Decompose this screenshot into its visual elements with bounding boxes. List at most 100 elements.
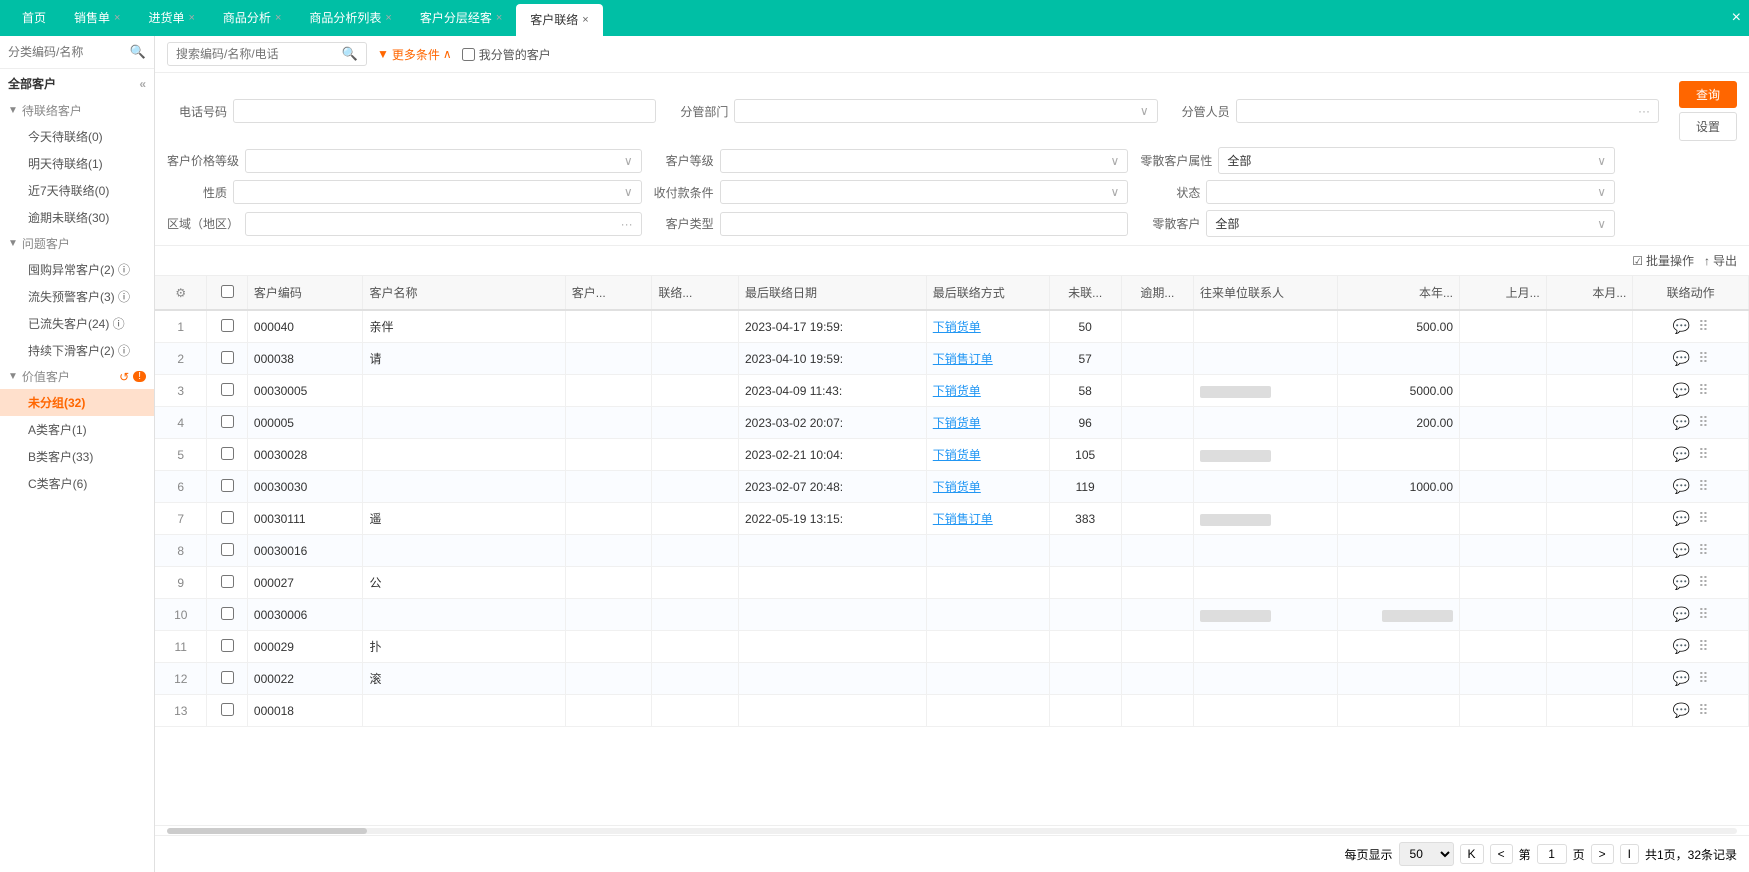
method-link[interactable]: 下销售订单 (933, 352, 993, 366)
sidebar-item-class-a[interactable]: A类客户(1) (0, 416, 154, 443)
payment-select[interactable]: ∨ (720, 180, 1129, 204)
dept-select[interactable]: ∨ (734, 99, 1157, 123)
row-checkbox[interactable] (221, 703, 234, 716)
cell-last-method[interactable]: 下销售订单 (926, 343, 1049, 375)
scatter-select[interactable]: 全部 ∨ (1206, 210, 1615, 237)
sidebar-item-class-b[interactable]: B类客户(33) (0, 443, 154, 470)
more-actions-icon[interactable]: ⠿ (1698, 542, 1708, 559)
status-select[interactable]: ∨ (1206, 180, 1615, 204)
sidebar-item-ungrouped[interactable]: 未分组(32) (0, 389, 154, 416)
chat-icon[interactable]: 💬 (1673, 414, 1690, 431)
chat-icon[interactable]: 💬 (1673, 542, 1690, 559)
chat-icon[interactable]: 💬 (1673, 574, 1690, 591)
person-input[interactable]: ··· (1236, 99, 1659, 123)
more-actions-icon[interactable]: ⠿ (1698, 510, 1708, 527)
method-link[interactable]: 下销货单 (933, 448, 981, 462)
cell-last-method[interactable]: 下销货单 (926, 310, 1049, 343)
cell-check[interactable] (207, 407, 247, 439)
close-icon-customer-contact[interactable]: × (582, 4, 588, 36)
cell-check[interactable] (207, 375, 247, 407)
row-checkbox[interactable] (221, 351, 234, 364)
nav-item-analysis-list[interactable]: 商品分析列表 × (295, 0, 405, 36)
nav-item-analysis[interactable]: 商品分析 × (209, 0, 295, 36)
th-settings[interactable]: ⚙ (155, 276, 207, 310)
row-checkbox[interactable] (221, 607, 234, 620)
region-input[interactable]: ··· (245, 212, 642, 236)
method-link[interactable]: 下销货单 (933, 320, 981, 334)
chat-icon[interactable]: 💬 (1673, 510, 1690, 527)
chat-icon[interactable]: 💬 (1673, 382, 1690, 399)
cell-check[interactable] (207, 310, 247, 343)
chat-icon[interactable]: 💬 (1673, 670, 1690, 687)
sidebar-collapse-icon[interactable]: « (139, 77, 146, 91)
more-actions-icon[interactable]: ⠿ (1698, 350, 1708, 367)
more-actions-icon[interactable]: ⠿ (1698, 638, 1708, 655)
my-customers-checkbox[interactable] (462, 48, 475, 61)
more-filters-btn[interactable]: ▼ 更多条件 ∧ (377, 46, 452, 63)
page-number-input[interactable] (1537, 844, 1567, 864)
method-link[interactable]: 下销货单 (933, 384, 981, 398)
cell-check[interactable] (207, 343, 247, 375)
method-link[interactable]: 下销货单 (933, 480, 981, 494)
chat-icon[interactable]: 💬 (1673, 350, 1690, 367)
more-actions-icon[interactable]: ⠿ (1698, 606, 1708, 623)
cell-check[interactable] (207, 663, 247, 695)
sidebar-item-churned[interactable]: 已流失客户(24) ⓘ (0, 310, 154, 337)
reset-button[interactable]: 设置 (1679, 112, 1737, 141)
next-page-btn[interactable]: > (1591, 844, 1614, 864)
phone-input[interactable] (233, 99, 656, 123)
prev-page-btn[interactable]: < (1490, 844, 1513, 864)
sidebar-item-churn-warning[interactable]: 流失预警客户(3) ⓘ (0, 283, 154, 310)
more-actions-icon[interactable]: ⠿ (1698, 574, 1708, 591)
cell-check[interactable] (207, 631, 247, 663)
nav-item-customer-contact[interactable]: 客户联络 × (516, 4, 602, 36)
cell-check[interactable] (207, 599, 247, 631)
close-icon-analysis[interactable]: × (275, 0, 281, 36)
nav-item-customer-tier[interactable]: 客户分层经客 × (406, 0, 516, 36)
sidebar-item-class-c[interactable]: C类客户(6) (0, 470, 154, 497)
nature-select[interactable]: ∨ (233, 180, 642, 204)
method-link[interactable]: 下销售订单 (933, 512, 993, 526)
nav-item-home[interactable]: 首页 (8, 0, 60, 36)
row-checkbox[interactable] (221, 511, 234, 524)
chat-icon[interactable]: 💬 (1673, 702, 1690, 719)
nav-close-all[interactable]: × (1732, 9, 1741, 27)
sidebar-item-declining[interactable]: 持续下滑客户(2) ⓘ (0, 337, 154, 364)
batch-op-btn[interactable]: ☑ 批量操作 (1632, 252, 1694, 269)
sidebar-item-tomorrow[interactable]: 明天待联络(1) (0, 150, 154, 177)
sidebar-search-icon[interactable]: 🔍 (130, 44, 146, 60)
nav-item-sales[interactable]: 销售单 × (60, 0, 134, 36)
scatter-attr-select[interactable]: 全部 ∨ (1218, 147, 1615, 174)
export-btn[interactable]: ↑ 导出 (1704, 252, 1737, 269)
chat-icon[interactable]: 💬 (1673, 638, 1690, 655)
cell-check[interactable] (207, 503, 247, 535)
th-check[interactable] (207, 276, 247, 310)
row-checkbox[interactable] (221, 543, 234, 556)
row-checkbox[interactable] (221, 639, 234, 652)
row-checkbox[interactable] (221, 479, 234, 492)
more-actions-icon[interactable]: ⠿ (1698, 318, 1708, 335)
cell-last-method[interactable]: 下销货单 (926, 407, 1049, 439)
method-link[interactable]: 下销货单 (933, 416, 981, 430)
cell-check[interactable] (207, 535, 247, 567)
sidebar-search-input[interactable] (8, 45, 126, 59)
cell-check[interactable] (207, 695, 247, 727)
more-actions-icon[interactable]: ⠿ (1698, 446, 1708, 463)
close-icon-analysis-list[interactable]: × (385, 0, 391, 36)
customer-type-input[interactable] (720, 212, 1129, 236)
cell-last-method[interactable]: 下销货单 (926, 439, 1049, 471)
page-size-select[interactable]: 50 100 (1399, 842, 1454, 866)
cell-check[interactable] (207, 471, 247, 503)
close-icon-sales[interactable]: × (114, 0, 120, 36)
sidebar-item-hoarding[interactable]: 囤购异常客户(2) ⓘ (0, 256, 154, 283)
first-page-btn[interactable]: K (1460, 844, 1484, 864)
chat-icon[interactable]: 💬 (1673, 478, 1690, 495)
chat-icon[interactable]: 💬 (1673, 446, 1690, 463)
row-checkbox[interactable] (221, 319, 234, 332)
close-icon-customer-tier[interactable]: × (496, 0, 502, 36)
close-icon-purchase[interactable]: × (188, 0, 194, 36)
search-input[interactable] (176, 47, 338, 61)
cell-last-method[interactable]: 下销售订单 (926, 503, 1049, 535)
more-actions-icon[interactable]: ⠿ (1698, 670, 1708, 687)
more-actions-icon[interactable]: ⠿ (1698, 382, 1708, 399)
